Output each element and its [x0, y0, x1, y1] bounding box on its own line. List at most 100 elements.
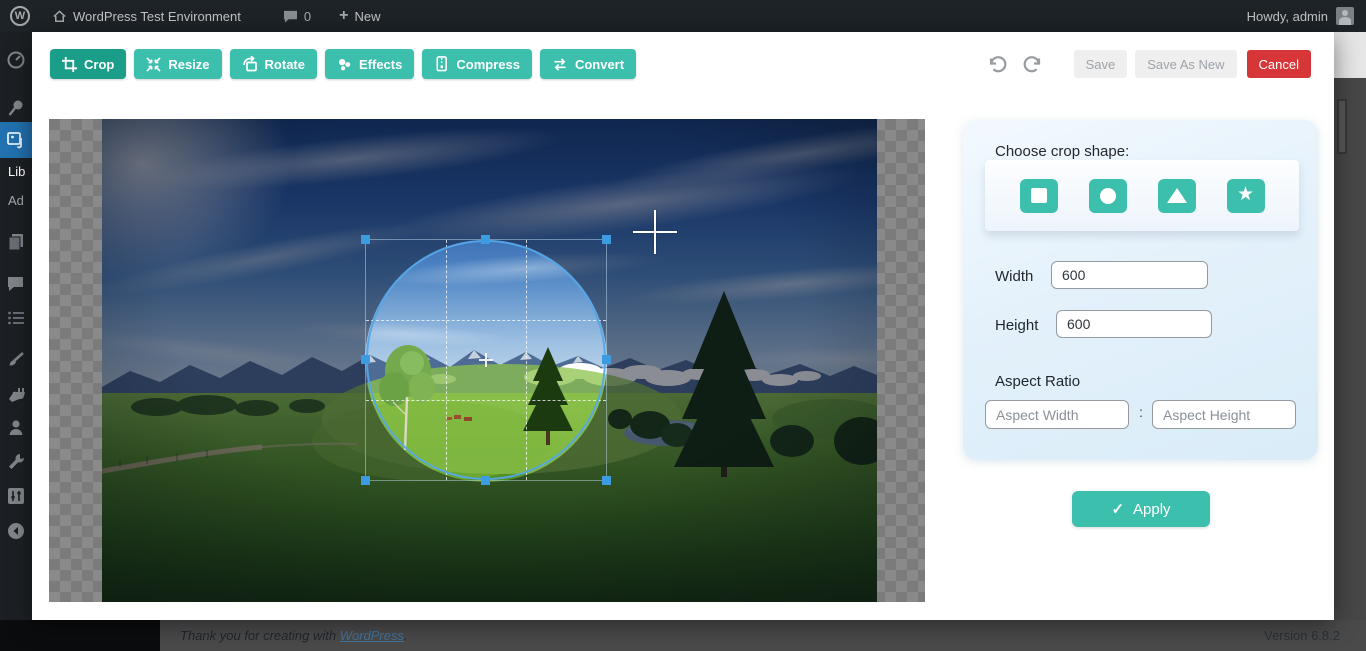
save-button[interactable]: Save: [1073, 50, 1128, 78]
ratio-separator: :: [1139, 404, 1143, 420]
pages-icon: [8, 234, 23, 251]
sidebar-item-posts[interactable]: [6, 98, 26, 118]
screen: W WordPress Test Environment 0 + New How…: [0, 0, 1366, 651]
wrench-icon: [9, 454, 24, 469]
effects-icon: [338, 58, 351, 70]
comment-bubble-icon: [283, 10, 297, 23]
sidebar-item-dashboard[interactable]: [6, 50, 26, 70]
crop-tool-button[interactable]: Crop: [50, 49, 127, 79]
sidebar-item-pages[interactable]: [6, 232, 26, 252]
dashboard-icon: [7, 51, 25, 69]
convert-tool-button[interactable]: Convert: [539, 49, 637, 79]
editor-toolbar: Crop Resize Rotate Effects Compress Conv…: [32, 32, 1334, 96]
comments-icon: [8, 277, 23, 291]
rotate-tool-button[interactable]: Rotate: [229, 49, 317, 79]
aspect-height-input[interactable]: [1152, 400, 1296, 429]
crop-icon: [62, 56, 77, 72]
admin-bar: W WordPress Test Environment 0 + New How…: [0, 0, 1366, 32]
crop-handle-nw[interactable]: [361, 235, 370, 244]
crop-shape-triangle-button[interactable]: [1157, 178, 1196, 213]
new-content-menu[interactable]: + New: [339, 8, 380, 24]
comments-menu[interactable]: 0: [283, 9, 311, 24]
admin-sidebar: Lib Ad: [0, 32, 32, 620]
check-icon: ✓: [1111, 501, 1125, 518]
crop-handle-sw[interactable]: [361, 476, 370, 485]
redo-button[interactable]: [1022, 53, 1044, 75]
site-name-label: WordPress Test Environment: [73, 8, 241, 24]
dimmed-sidebar-area: [0, 620, 160, 651]
footer-version: Version 6.8.2: [1264, 628, 1340, 643]
resize-icon: [146, 56, 161, 72]
crop-handle-e[interactable]: [602, 355, 611, 364]
page-scrollbar-thumb: [1337, 99, 1347, 154]
crop-shape-card: ★: [985, 160, 1299, 231]
admin-footer: Thank you for creating with WordPress. V…: [160, 620, 1366, 651]
dimmed-page-area-right-top: [1334, 32, 1366, 78]
footer-thanks-text: Thank you for creating with WordPress.: [180, 628, 408, 643]
image-editor-modal: Crop Resize Rotate Effects Compress Conv…: [32, 32, 1334, 620]
crop-shape-title: Choose crop shape:: [995, 143, 1130, 160]
sidebar-item-media-active[interactable]: [0, 122, 32, 158]
width-input[interactable]: [1051, 261, 1208, 289]
sidebar-item-media-library[interactable]: Lib: [8, 164, 25, 179]
comments-count: 0: [303, 8, 312, 24]
height-input[interactable]: [1056, 310, 1212, 338]
site-name-menu[interactable]: WordPress Test Environment: [52, 9, 241, 24]
plug-icon: [9, 388, 25, 402]
undo-button[interactable]: [986, 53, 1008, 75]
crop-handle-w[interactable]: [361, 355, 370, 364]
paintbrush-icon: [9, 352, 24, 366]
triangle-icon: [1166, 188, 1187, 203]
square-icon: [1030, 188, 1047, 203]
crop-shape-star-button[interactable]: ★: [1226, 178, 1265, 213]
howdy-account-menu[interactable]: Howdy, admin: [1247, 9, 1328, 24]
cancel-button[interactable]: Cancel: [1246, 50, 1311, 78]
star-icon: ★: [1236, 184, 1255, 205]
aspect-width-input[interactable]: [985, 400, 1129, 429]
new-label: New: [354, 8, 381, 24]
crop-shape-square-button[interactable]: [1019, 178, 1058, 213]
sidebar-item-plugins[interactable]: [6, 385, 26, 405]
aspect-ratio-label: Aspect Ratio: [995, 373, 1081, 390]
crop-selection[interactable]: [361, 235, 611, 485]
crop-handle-s[interactable]: [481, 476, 490, 485]
wordpress-link[interactable]: WordPress: [340, 628, 404, 643]
editing-canvas[interactable]: [49, 119, 925, 602]
user-avatar[interactable]: [1336, 7, 1354, 25]
wordpress-logo-icon[interactable]: W: [10, 6, 30, 26]
media-icon: [7, 132, 22, 149]
crop-handle-se[interactable]: [602, 476, 611, 485]
sidebar-item-appearance[interactable]: [6, 350, 26, 370]
home-icon: [53, 9, 66, 22]
resize-tool-button[interactable]: Resize: [134, 49, 222, 79]
width-label: Width: [995, 268, 1034, 285]
sidebar-item-tools[interactable]: [6, 452, 26, 472]
sidebar-item-media-add-new[interactable]: Ad: [8, 193, 24, 208]
redo-icon: [1023, 56, 1040, 73]
pushpin-icon: [8, 100, 23, 116]
sidebar-item-settings[interactable]: [6, 486, 26, 506]
sidebar-item-menu-list[interactable]: [6, 308, 26, 328]
crop-shape-circle-button[interactable]: [1088, 178, 1127, 213]
crop-handle-ne[interactable]: [602, 235, 611, 244]
sidebar-item-comments[interactable]: [6, 275, 26, 295]
rotate-icon: [242, 56, 257, 72]
sidebar-collapse-menu[interactable]: [6, 521, 26, 541]
list-icon: [8, 311, 24, 325]
compress-zip-icon: [436, 56, 448, 72]
plus-icon: +: [339, 7, 349, 24]
apply-label: Apply: [1133, 500, 1171, 518]
user-icon: [9, 420, 23, 435]
crop-handle-n[interactable]: [481, 235, 490, 244]
collapse-arrow-icon: [8, 523, 24, 539]
compress-tool-button[interactable]: Compress: [422, 49, 532, 79]
sidebar-item-users[interactable]: [6, 418, 26, 438]
save-as-new-button[interactable]: Save As New: [1135, 50, 1237, 78]
crop-options-panel: Choose crop shape: ★ Width Height Aspect…: [963, 120, 1318, 460]
height-label: Height: [995, 317, 1039, 334]
circle-icon: [1099, 187, 1116, 204]
convert-icon: [554, 57, 566, 71]
apply-button[interactable]: ✓ Apply: [1072, 491, 1210, 527]
undo-icon: [989, 56, 1006, 73]
effects-tool-button[interactable]: Effects: [325, 49, 415, 79]
